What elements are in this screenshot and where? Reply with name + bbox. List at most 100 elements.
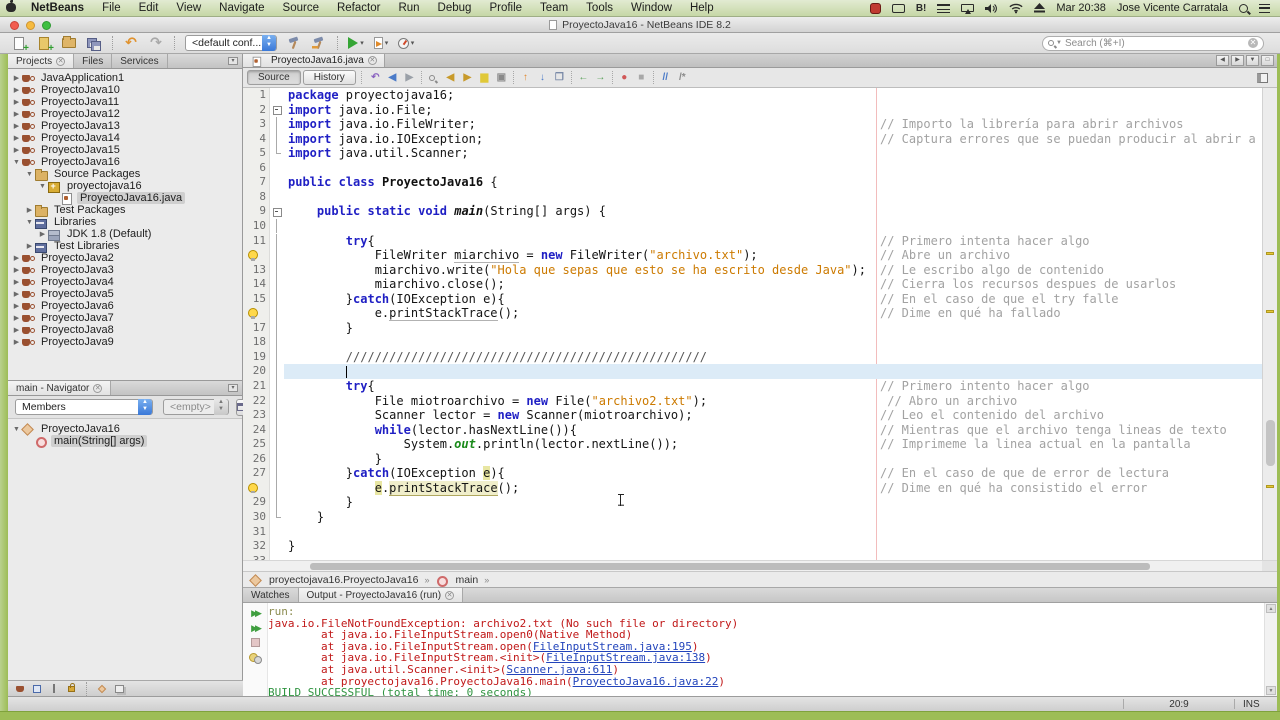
code-line-19[interactable]: 19 /////////////////////////////////////… bbox=[243, 349, 1262, 365]
clear-search-icon[interactable]: ✕ bbox=[1248, 38, 1258, 48]
warning-hint-icon[interactable] bbox=[247, 308, 258, 319]
code-line-27[interactable]: 27 }catch(IOException e){// En el caso d… bbox=[243, 466, 1262, 481]
run-button[interactable]: ▾ bbox=[345, 34, 367, 52]
tab-proyectojava16-java[interactable]: ProyectoJava16.java ✕ bbox=[243, 54, 385, 67]
apple-menu[interactable] bbox=[0, 0, 22, 15]
search-scope-caret-icon[interactable]: ▼ bbox=[1056, 40, 1062, 46]
code-fold-icon[interactable] bbox=[270, 103, 284, 118]
wifi-icon[interactable] bbox=[1009, 2, 1023, 15]
project-tree-item-proyectojava10[interactable]: ▶ ProyectoJava10 bbox=[8, 84, 242, 96]
collapse-icon[interactable]: ▼ bbox=[38, 183, 47, 190]
project-tree-item-proyectojava5[interactable]: ▶ ProyectoJava5 bbox=[8, 288, 242, 300]
minimize-panel-icon[interactable]: ▾ bbox=[228, 384, 238, 392]
menu-netbeans[interactable]: NetBeans bbox=[22, 0, 93, 17]
run-configuration-select[interactable]: <default conf... ▲ ▼ bbox=[185, 35, 277, 51]
rerun-with-changes-icon[interactable]: ▶▶ bbox=[248, 622, 262, 633]
code-line-31[interactable]: 31 bbox=[243, 525, 1262, 540]
collapse-icon[interactable]: ▼ bbox=[12, 159, 21, 166]
project-tree-item-proyectojava12[interactable]: ▶ ProyectoJava12 bbox=[8, 108, 242, 120]
project-tree-item-proyectojava6[interactable]: ▶ ProyectoJava6 bbox=[8, 300, 242, 312]
start-macro-recording-icon[interactable]: ● bbox=[616, 70, 633, 86]
warning-hint-icon[interactable] bbox=[247, 482, 258, 494]
menu-view[interactable]: View bbox=[167, 0, 210, 17]
boom-app-icon[interactable]: B! bbox=[916, 2, 927, 15]
code-line-10[interactable]: 10 bbox=[243, 218, 1262, 234]
expand-icon[interactable]: ▶ bbox=[12, 110, 21, 118]
project-tree-item-proyectojava9[interactable]: ▶ ProyectoJava9 bbox=[8, 336, 242, 348]
code-line-12[interactable]: FileWriter miarchivo = new FileWriter("a… bbox=[243, 248, 1262, 264]
find-selection-icon[interactable] bbox=[425, 70, 442, 86]
close-icon[interactable]: ✕ bbox=[367, 56, 377, 65]
ant-settings-icon[interactable] bbox=[248, 652, 262, 664]
breadcrumb-item[interactable]: main bbox=[455, 574, 478, 586]
volume-icon[interactable] bbox=[985, 2, 998, 15]
show-statics-icon[interactable] bbox=[48, 683, 60, 694]
expand-icon[interactable]: ▶ bbox=[12, 290, 21, 298]
code-line-15[interactable]: 15 }catch(IOException e){// En el caso d… bbox=[243, 291, 1262, 307]
minimize-panel-icon[interactable]: ▾ bbox=[228, 57, 238, 65]
menubar-user[interactable]: Jose Vicente Carratala bbox=[1117, 2, 1228, 14]
tab-navigator[interactable]: main - Navigator ✕ bbox=[8, 381, 112, 395]
expand-icon[interactable]: ▶ bbox=[12, 86, 21, 94]
clean-build-button[interactable] bbox=[308, 34, 330, 52]
project-tree-item-proyectojava16[interactable]: ▼ ProyectoJava16 bbox=[8, 156, 242, 168]
project-tree-item-javaapplication1[interactable]: ▶ JavaApplication1 bbox=[8, 72, 242, 84]
expand-icon[interactable]: ▶ bbox=[12, 266, 21, 274]
expand-icon[interactable]: ▶ bbox=[12, 122, 21, 130]
expand-icon[interactable]: ▶ bbox=[12, 254, 21, 262]
code-line-16[interactable]: e.printStackTrace(); // Dime en qué ha fa… bbox=[243, 306, 1262, 322]
uncomment-icon[interactable]: /* bbox=[674, 70, 691, 86]
code-line-20[interactable]: 20 bbox=[243, 364, 1262, 379]
menu-help[interactable]: Help bbox=[681, 0, 723, 17]
expand-icon[interactable]: ▶ bbox=[12, 302, 21, 310]
toggle-bookmark-icon[interactable]: ❐ bbox=[551, 70, 568, 86]
project-tree-item-proyectojava11[interactable]: ▶ ProyectoJava11 bbox=[8, 96, 242, 108]
code-line-11[interactable]: 11 try{// Primero intenta hacer algo bbox=[243, 233, 1262, 249]
project-tree-item-proyectojava13[interactable]: ▶ ProyectoJava13 bbox=[8, 120, 242, 132]
warning-hint-icon[interactable] bbox=[247, 250, 258, 261]
open-project-button[interactable] bbox=[58, 34, 80, 52]
find-next-icon[interactable]: ▶ bbox=[459, 70, 476, 86]
show-fields-icon[interactable] bbox=[31, 683, 43, 694]
code-line-2[interactable]: 2 import java.io.File; bbox=[243, 103, 1262, 118]
code-line-28[interactable]: e.printStackTrace();// Dime en qué ha co… bbox=[243, 480, 1262, 496]
expand-icon[interactable]: ▶ bbox=[12, 98, 21, 106]
find-previous-icon[interactable]: ◀ bbox=[442, 70, 459, 86]
debug-button[interactable]: ▾ bbox=[370, 34, 392, 52]
scroll-tabs-right-icon[interactable]: ▶ bbox=[1231, 55, 1244, 66]
stop-icon[interactable] bbox=[248, 637, 262, 648]
expand-icon[interactable]: ▶ bbox=[12, 146, 21, 154]
tab-watches[interactable]: Watches bbox=[243, 588, 299, 602]
code-line-22[interactable]: 22 File miotroarchivo = new File("archiv… bbox=[243, 393, 1262, 409]
project-tree-item-source-packages[interactable]: ▼ Source Packages bbox=[8, 168, 242, 181]
forward-icon[interactable]: ▶ bbox=[401, 70, 418, 86]
expand-icon[interactable]: ▶ bbox=[25, 206, 34, 214]
sort-by-source-icon[interactable] bbox=[113, 683, 125, 694]
menu-source[interactable]: Source bbox=[274, 0, 328, 17]
code-line-6[interactable]: 6 bbox=[243, 161, 1262, 176]
menu-refactor[interactable]: Refactor bbox=[328, 0, 389, 17]
history-view-button[interactable]: History bbox=[302, 70, 356, 85]
close-icon[interactable]: ✕ bbox=[56, 56, 66, 66]
tab-files[interactable]: Files bbox=[74, 54, 113, 68]
close-icon[interactable]: ✕ bbox=[445, 590, 455, 600]
code-line-25[interactable]: 25 System.out.println(lector.nextLine())… bbox=[243, 437, 1262, 452]
stacktrace-link[interactable]: ProyectoJava16.java:22 bbox=[573, 675, 719, 688]
tab-output-proyectojava16-run-[interactable]: Output - ProyectoJava16 (run) ✕ bbox=[298, 588, 464, 602]
project-tree-item-proyectojava16-java[interactable]: ProyectoJava16.java bbox=[8, 192, 242, 205]
menu-team[interactable]: Team bbox=[531, 0, 577, 17]
navigator-item-proyectojava16[interactable]: ▼ ProyectoJava16 bbox=[8, 423, 242, 435]
code-fold-icon[interactable] bbox=[270, 204, 284, 219]
code-line-5[interactable]: 5 import java.util.Scanner; bbox=[243, 146, 1262, 161]
project-tree-item-proyectojava7[interactable]: ▶ ProyectoJava7 bbox=[8, 312, 242, 324]
project-tree-item-proyectojava14[interactable]: ▶ ProyectoJava14 bbox=[8, 132, 242, 144]
code-line-9[interactable]: 9 public static void main(String[] args)… bbox=[243, 204, 1262, 219]
project-tree-item-jdk-1-8-default-[interactable]: ▶ JDK 1.8 (Default) bbox=[8, 228, 242, 241]
project-tree-item-proyectojava16[interactable]: ▼ proyectojava16 bbox=[8, 180, 242, 193]
toggle-highlight-icon[interactable]: ▆ bbox=[476, 70, 493, 86]
show-inherited-icon[interactable] bbox=[14, 683, 26, 694]
spotlight-icon[interactable] bbox=[1239, 2, 1248, 15]
notification-center-icon[interactable] bbox=[1259, 2, 1270, 15]
collapse-icon[interactable]: ▼ bbox=[25, 219, 34, 226]
code-line-7[interactable]: 7 public class ProyectoJava16 { bbox=[243, 175, 1262, 190]
